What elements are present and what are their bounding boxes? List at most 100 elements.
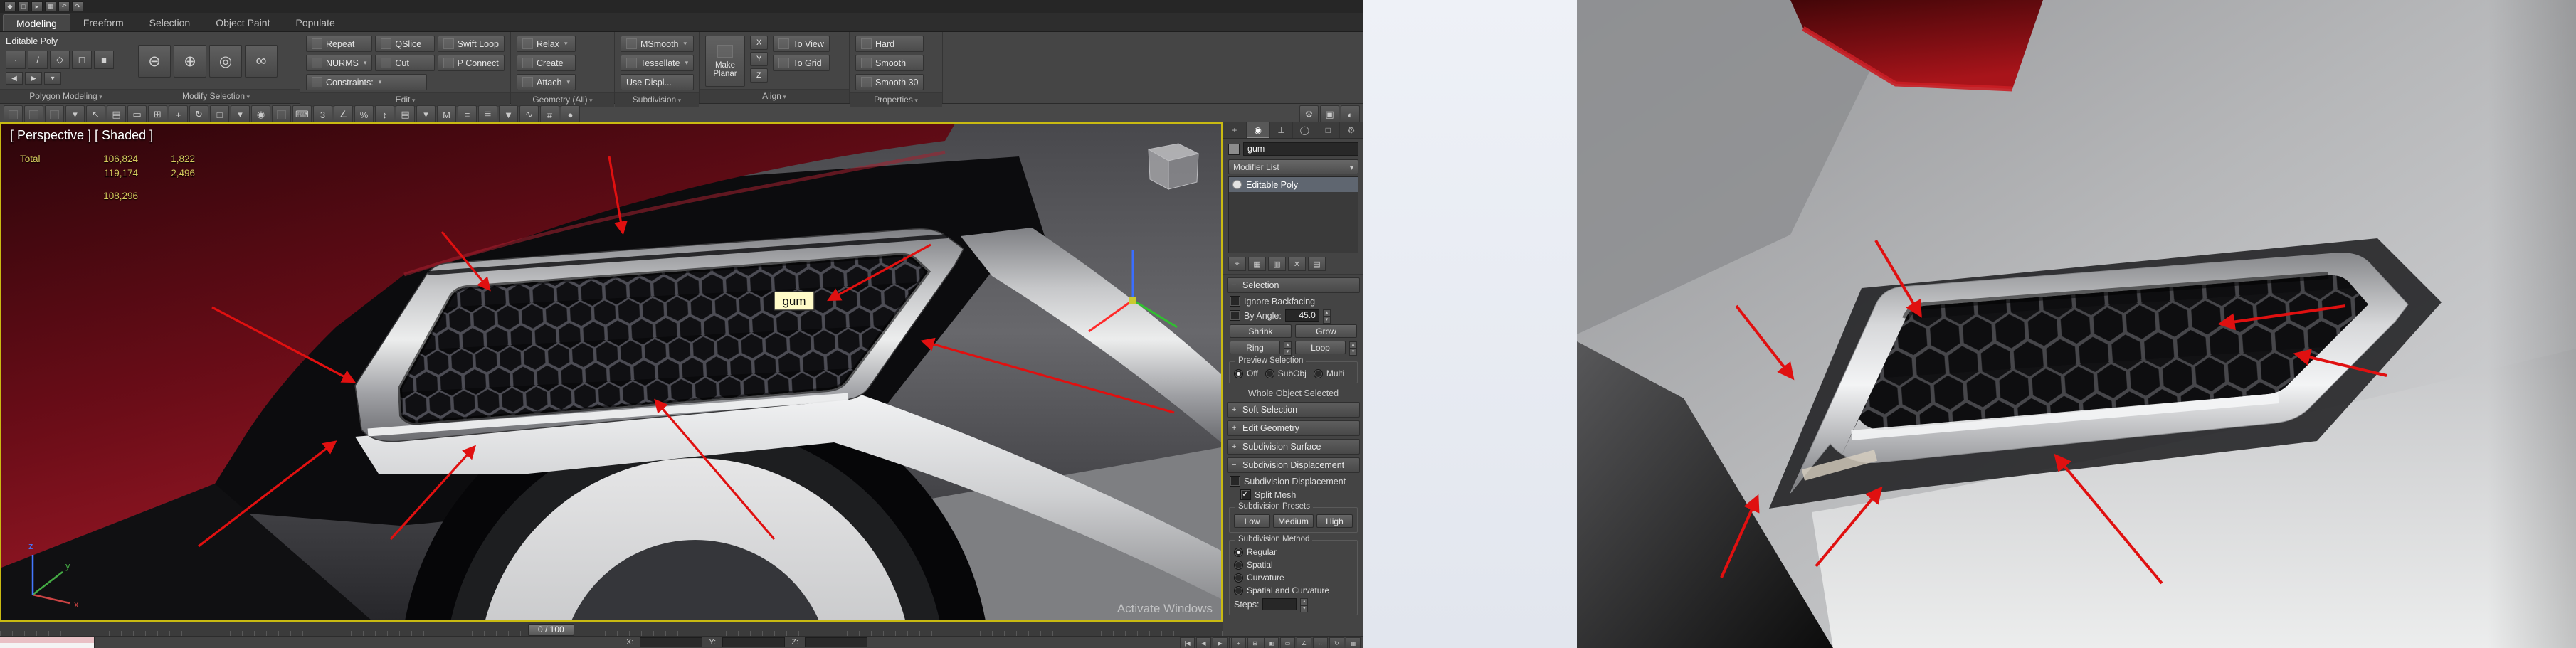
use-pivot-point-icon[interactable]: ◉ — [251, 105, 270, 124]
align-y-button[interactable]: Y — [750, 52, 769, 66]
render-setup-icon[interactable]: ⚙ — [1299, 105, 1319, 124]
rollout-edit-geometry[interactable]: + Edit Geometry — [1227, 420, 1360, 436]
constraints-dropdown[interactable]: Constraints: — [306, 74, 427, 90]
msmooth-button[interactable]: MSmooth — [621, 36, 695, 52]
modifier-list-dropdown[interactable]: Modifier List — [1228, 159, 1358, 174]
maximize-viewport-icon[interactable]: ▦ — [1346, 637, 1361, 648]
create-button[interactable]: Create — [517, 55, 576, 71]
reference-coordinate-dropdown[interactable]: ▾ — [231, 105, 250, 124]
ring-icon[interactable]: ◎ — [209, 45, 242, 78]
new-icon[interactable]: □ — [18, 1, 29, 11]
select-and-manipulate-icon[interactable] — [272, 105, 291, 124]
ribbon-tab[interactable]: Object Paint — [203, 14, 283, 31]
save-icon[interactable]: ▦ — [45, 1, 56, 11]
bind-to-space-warp-icon[interactable] — [45, 105, 64, 124]
loop-icon[interactable]: ∞ — [245, 45, 278, 78]
use-displacement-button[interactable]: Use Displ... — [621, 74, 695, 90]
previous-modifier-icon[interactable]: ◀ — [6, 72, 23, 85]
configure-modifier-sets-icon[interactable]: ▤ — [1308, 257, 1326, 271]
border-icon[interactable]: ◇ — [50, 51, 70, 69]
shrink-icon[interactable]: ⊖ — [138, 45, 171, 78]
polygon-icon[interactable]: ◻ — [72, 51, 92, 69]
select-by-name-icon[interactable]: ▤ — [107, 105, 126, 124]
shrink-button[interactable]: Shrink — [1230, 324, 1292, 338]
loop-button[interactable]: Loop — [1295, 341, 1346, 354]
object-color-swatch[interactable] — [1228, 143, 1240, 155]
select-and-move-icon[interactable]: + — [169, 105, 188, 124]
remove-modifier-icon[interactable]: ✕ — [1288, 257, 1306, 271]
relax-button[interactable]: Relax — [517, 36, 576, 52]
rectangular-selection-icon[interactable]: ▭ — [127, 105, 147, 124]
rollout-soft-selection[interactable]: + Soft Selection — [1227, 402, 1360, 418]
time-slider-track[interactable]: 0 / 100 — [0, 622, 1223, 637]
view-cube[interactable] — [1147, 143, 1200, 190]
select-object-icon[interactable]: ↖ — [86, 105, 105, 124]
qslice-button[interactable]: QSlice — [375, 36, 435, 52]
rollout-subdivision-surface[interactable]: + Subdivision Surface — [1227, 439, 1360, 455]
orbit-icon[interactable]: ↻ — [1329, 637, 1344, 648]
steps-spinner[interactable] — [1300, 598, 1308, 610]
unlink-selection-icon[interactable] — [24, 105, 43, 124]
grow-icon[interactable]: ⊕ — [174, 45, 206, 78]
make-unique-icon[interactable]: ▥ — [1268, 257, 1286, 271]
window-crossing-icon[interactable]: ⊞ — [148, 105, 167, 124]
subdivision-method-option[interactable]: Spatial and Curvature — [1234, 585, 1353, 595]
show-end-result-icon[interactable]: ▦ — [1248, 257, 1266, 271]
group-caption-polygon-modeling[interactable]: Polygon Modeling — [0, 89, 132, 103]
snaps-toggle-3-icon[interactable]: 3 — [313, 105, 332, 124]
element-icon[interactable]: ■ — [94, 51, 114, 69]
rollout-subdivision-displacement[interactable]: − Subdivision Displacement — [1227, 457, 1360, 473]
mirror-icon[interactable]: M — [437, 105, 456, 124]
rendered-frame-icon[interactable]: ▣ — [1320, 105, 1339, 124]
select-and-rotate-icon[interactable]: ↻ — [189, 105, 208, 124]
viewport-label[interactable]: [ Perspective ] [ Shaded ] — [10, 128, 153, 143]
make-planar-button[interactable]: Make Planar — [705, 36, 745, 87]
object-name-field[interactable]: gum — [1243, 142, 1358, 156]
hard-button[interactable]: Hard — [855, 36, 924, 52]
to-view-button[interactable]: To View — [773, 36, 830, 52]
by-angle-checkbox[interactable] — [1230, 310, 1240, 321]
previous-frame-icon[interactable]: ◀ — [1196, 637, 1211, 648]
tessellate-button[interactable]: Tessellate — [621, 55, 695, 71]
subdivision-method-option[interactable]: Regular — [1234, 547, 1353, 557]
open-icon[interactable]: ▸ — [31, 1, 43, 11]
nurms-button[interactable]: NURMS — [306, 55, 373, 71]
group-caption-properties[interactable]: Properties — [850, 92, 942, 107]
subdivision-method-option[interactable]: Spatial — [1234, 560, 1353, 570]
motion-tab-icon[interactable]: ◯ — [1293, 122, 1317, 138]
cut-button[interactable]: Cut — [375, 55, 435, 71]
hierarchy-tab-icon[interactable]: ⊥ — [1270, 122, 1294, 138]
ribbon-tab[interactable]: Populate — [283, 14, 347, 31]
selection-filter-dropdown[interactable]: ▾ — [65, 105, 85, 124]
split-mesh-checkbox[interactable] — [1240, 489, 1251, 500]
grow-button[interactable]: Grow — [1295, 324, 1357, 338]
pin-stack-icon[interactable]: ⌖ — [1228, 257, 1246, 271]
maxscript-listener-line[interactable] — [0, 642, 94, 648]
perspective-viewport[interactable]: x y z gum [ Perspective ] [ Shaded ] Tot… — [0, 122, 1223, 622]
pan-icon[interactable]: ↔ — [1313, 637, 1328, 648]
stack-item-editable-poly[interactable]: Editable Poly — [1229, 177, 1358, 192]
utilities-tab-icon[interactable]: ⚙ — [1340, 122, 1363, 138]
edit-named-selections-icon[interactable]: ▤ — [396, 105, 415, 124]
ring-spinner[interactable] — [1284, 341, 1292, 354]
rollout-selection[interactable]: − Selection — [1227, 277, 1360, 293]
align-z-button[interactable]: Z — [750, 68, 769, 83]
material-editor-icon[interactable]: ● — [561, 105, 580, 124]
field-of-view-icon[interactable]: ∠ — [1297, 637, 1311, 648]
play-icon[interactable]: ▶ — [1213, 637, 1228, 648]
graphite-ribbon-toggle-icon[interactable]: ▼ — [499, 105, 518, 124]
named-selections-dropdown[interactable]: ▾ — [416, 105, 436, 124]
preview-selection-option[interactable]: Off — [1234, 368, 1258, 378]
redo-icon[interactable]: ↷ — [72, 1, 83, 11]
smooth-button[interactable]: Smooth — [855, 55, 924, 71]
next-modifier-icon[interactable]: ▶ — [25, 72, 42, 85]
ring-button[interactable]: Ring — [1230, 341, 1280, 354]
preset-button[interactable]: Low — [1234, 514, 1271, 528]
smooth-30-button[interactable]: Smooth 30 — [855, 74, 924, 90]
preview-selection-option[interactable]: SubObj — [1265, 368, 1307, 378]
group-caption-edit[interactable]: Edit — [300, 92, 510, 107]
maxscript-macro-line[interactable] — [0, 637, 94, 643]
maxscript-mini-listener[interactable] — [0, 637, 95, 648]
subdivision-method-option[interactable]: Curvature — [1234, 573, 1353, 583]
angle-snap-icon[interactable]: ∠ — [334, 105, 353, 124]
